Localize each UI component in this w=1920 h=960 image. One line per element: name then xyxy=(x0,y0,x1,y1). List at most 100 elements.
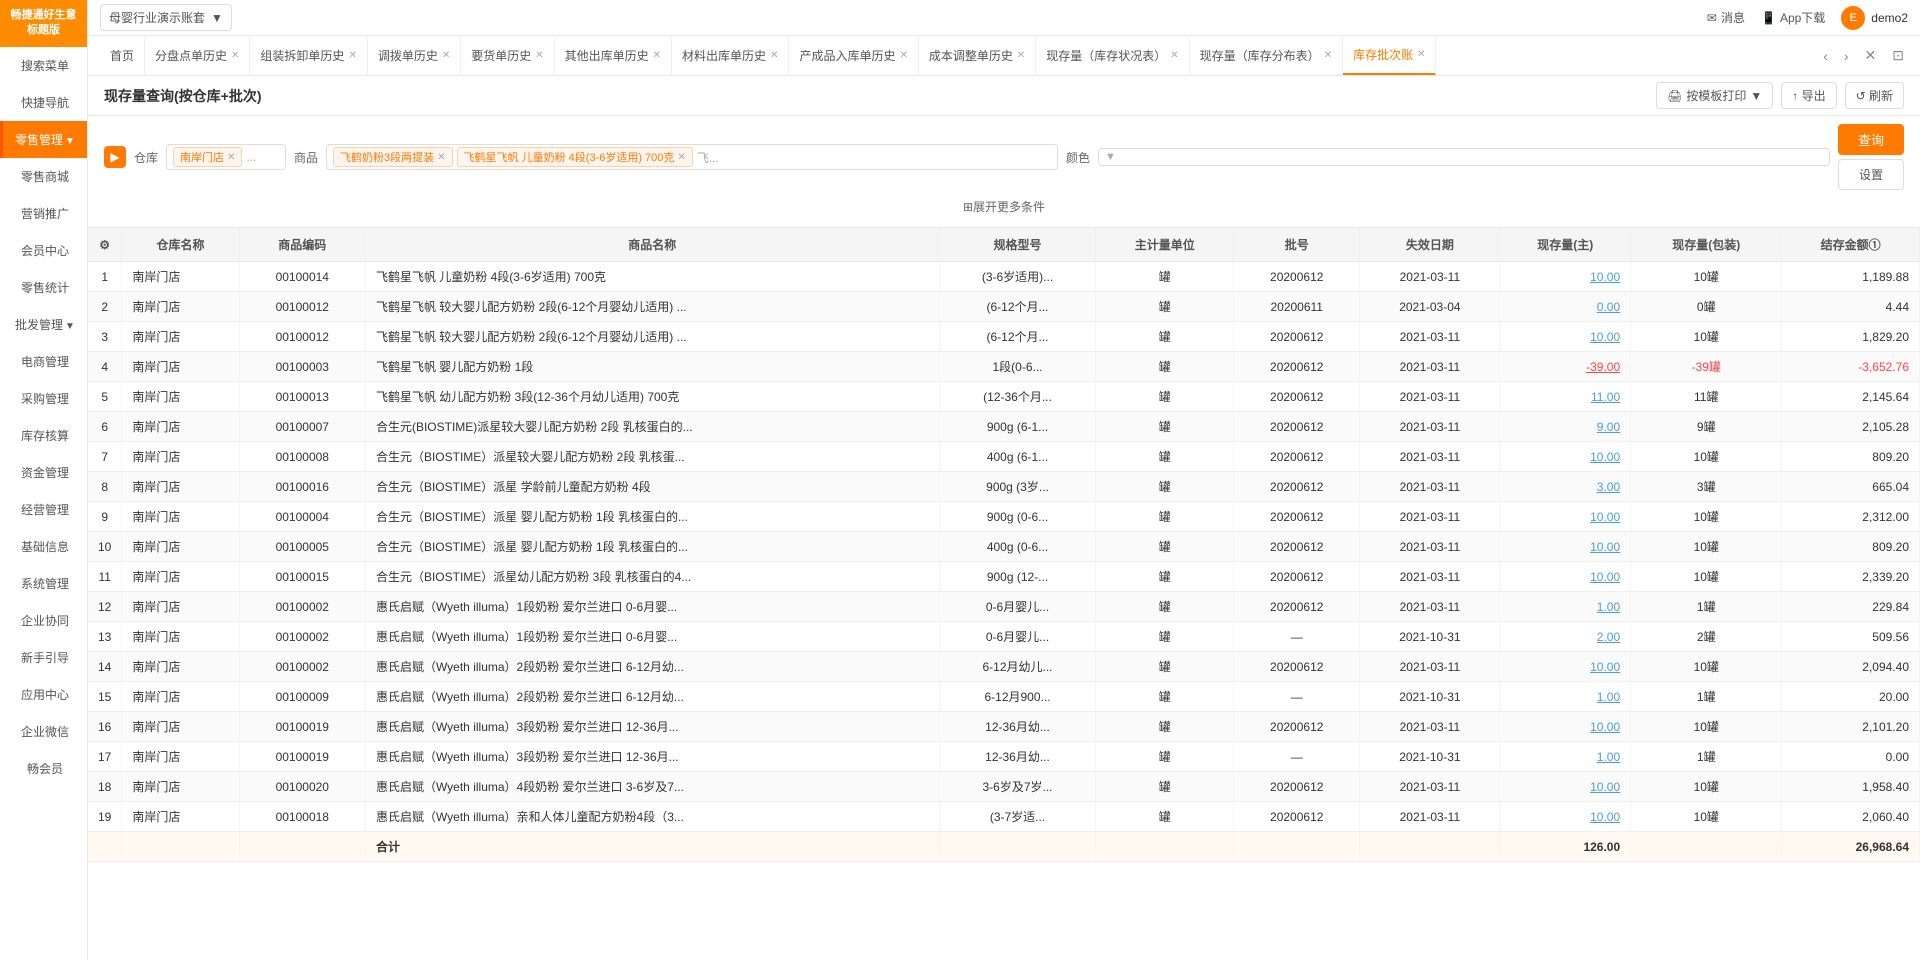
tab-close-5[interactable]: ✕ xyxy=(653,50,661,61)
cell-14-8[interactable]: 1.00 xyxy=(1500,682,1631,712)
refresh-icon: ↺ xyxy=(1856,89,1866,103)
cell-0-8[interactable]: 10.00 xyxy=(1500,262,1631,292)
color-filter-input[interactable]: ▼ xyxy=(1098,148,1830,166)
cell-2-8[interactable]: 10.00 xyxy=(1500,322,1631,352)
settings-button[interactable]: 设置 xyxy=(1838,159,1904,190)
sidebar-item-畅会员[interactable]: 畅会员 xyxy=(0,750,87,787)
sidebar-item-会员中心[interactable]: 会员中心 xyxy=(0,232,87,269)
cell-10-8[interactable]: 10.00 xyxy=(1500,562,1631,592)
tab-5[interactable]: 其他出库单历史✕ xyxy=(555,36,672,75)
sidebar-item-零售统计[interactable]: 零售统计 xyxy=(0,269,87,306)
cell-8-10: 2,312.00 xyxy=(1782,502,1920,532)
sidebar-item-零售商城[interactable]: 零售商城 xyxy=(0,158,87,195)
cell-7-8[interactable]: 3.00 xyxy=(1500,472,1631,502)
cell-0-9: 10罐 xyxy=(1631,262,1782,292)
cell-1-8[interactable]: 0.00 xyxy=(1500,292,1631,322)
app-download-button[interactable]: 📱 App下载 xyxy=(1761,9,1825,26)
cell-17-8[interactable]: 10.00 xyxy=(1500,772,1631,802)
filter-expand-button[interactable]: ▶ xyxy=(104,146,126,168)
refresh-button[interactable]: ↺ 刷新 xyxy=(1845,82,1904,109)
sidebar-item-零售管理[interactable]: 零售管理 ▼ xyxy=(0,121,87,158)
cell-7-9: 3罐 xyxy=(1631,472,1782,502)
user-name[interactable]: demo2 xyxy=(1871,11,1908,25)
tab-9[interactable]: 现存量（库存状况表）✕ xyxy=(1036,36,1189,75)
tab-11[interactable]: 库存批次账✕ xyxy=(1343,36,1436,75)
tab-4[interactable]: 要货单历史✕ xyxy=(461,36,554,75)
tab-close-7[interactable]: ✕ xyxy=(899,50,907,61)
sidebar-item-资金管理[interactable]: 资金管理 xyxy=(0,454,87,491)
sidebar-item-快捷导航[interactable]: 快捷导航 xyxy=(0,84,87,121)
cell-5-0: 6 xyxy=(88,412,122,442)
cell-12-8[interactable]: 2.00 xyxy=(1500,622,1631,652)
cell-18-8[interactable]: 10.00 xyxy=(1500,802,1631,832)
cell-1-3: 飞鹤星飞帆 较大婴儿配方奶粉 2段(6-12个月婴幼儿适用) ... xyxy=(365,292,939,322)
tab-3[interactable]: 调拨单历史✕ xyxy=(368,36,461,75)
cell-12-0: 13 xyxy=(88,622,122,652)
sidebar-item-采购管理[interactable]: 采购管理 xyxy=(0,380,87,417)
cell-6-8[interactable]: 10.00 xyxy=(1500,442,1631,472)
tab-close-11[interactable]: ✕ xyxy=(1417,49,1425,60)
cell-13-8[interactable]: 10.00 xyxy=(1500,652,1631,682)
sidebar-item-新手引导[interactable]: 新手引导 xyxy=(0,639,87,676)
cell-3-8[interactable]: -39.00 xyxy=(1500,352,1631,382)
tab-1[interactable]: 分盘点单历史✕ xyxy=(145,36,250,75)
tab-close-arrow[interactable]: ✕ xyxy=(1861,45,1881,66)
sidebar-item-企业微信[interactable]: 企业微信 xyxy=(0,713,87,750)
sidebar-item-应用中心[interactable]: 应用中心 xyxy=(0,676,87,713)
sidebar-item-系统管理[interactable]: 系统管理 xyxy=(0,565,87,602)
cell-9-8[interactable]: 10.00 xyxy=(1500,532,1631,562)
tab-close-8[interactable]: ✕ xyxy=(1017,50,1025,61)
cell-5-4: 900g (6-1... xyxy=(939,412,1096,442)
tab-bar: 首页分盘点单历史✕组装拆卸单历史✕调拨单历史✕要货单历史✕其他出库单历史✕材料出… xyxy=(88,36,1920,76)
tab-close-3[interactable]: ✕ xyxy=(442,50,450,61)
tab-fullscreen-arrow[interactable]: ⊡ xyxy=(1888,45,1908,66)
tab-10[interactable]: 现存量（库存分布表）✕ xyxy=(1190,36,1343,75)
filter-row: ▶ 仓库 南岸门店 ✕ ... 商品 飞鹤奶粉3段两提装✕飞鹤星飞帆 儿童奶粉 … xyxy=(104,124,1904,190)
sidebar-item-营销推广[interactable]: 营销推广 xyxy=(0,195,87,232)
sidebar-item-经营管理[interactable]: 经营管理 xyxy=(0,491,87,528)
message-button[interactable]: ✉ 消息 xyxy=(1707,9,1745,26)
tab-close-10[interactable]: ✕ xyxy=(1324,50,1332,61)
tab-close-9[interactable]: ✕ xyxy=(1170,50,1178,61)
cell-3-0: 4 xyxy=(88,352,122,382)
sidebar-item-电商管理[interactable]: 电商管理 xyxy=(0,343,87,380)
query-button[interactable]: 查询 xyxy=(1838,124,1904,155)
tab-7[interactable]: 产成品入库单历史✕ xyxy=(789,36,918,75)
cell-4-8[interactable]: 11.00 xyxy=(1500,382,1631,412)
sidebar-item-批发管理[interactable]: 批发管理 ▼ xyxy=(0,306,87,343)
product-tags-more[interactable]: 飞... xyxy=(697,149,719,166)
warehouse-tag-remove[interactable]: ✕ xyxy=(227,152,235,163)
settings-icon[interactable]: ⚙ xyxy=(99,238,110,252)
sidebar-item-企业协同[interactable]: 企业协同 xyxy=(0,602,87,639)
account-selector[interactable]: 母婴行业演示账套 ▼ xyxy=(100,4,232,31)
warehouse-filter-input[interactable]: 南岸门店 ✕ ... xyxy=(166,144,286,170)
cell-5-8[interactable]: 9.00 xyxy=(1500,412,1631,442)
cell-8-8[interactable]: 10.00 xyxy=(1500,502,1631,532)
cell-14-3: 惠氏启赋（Wyeth illuma）2段奶粉 爱尔兰进口 6-12月幼... xyxy=(365,682,939,712)
cell-15-8[interactable]: 10.00 xyxy=(1500,712,1631,742)
expand-more-button[interactable]: ⊞ 展开更多条件 xyxy=(104,194,1904,219)
tab-next-arrow[interactable]: › xyxy=(1840,46,1853,66)
warehouse-more[interactable]: ... xyxy=(246,150,256,164)
tab-0[interactable]: 首页 xyxy=(100,36,145,75)
tab-close-4[interactable]: ✕ xyxy=(535,50,543,61)
tab-close-1[interactable]: ✕ xyxy=(231,50,239,61)
tab-8[interactable]: 成本调整单历史✕ xyxy=(919,36,1036,75)
sidebar-item-搜索菜单[interactable]: 搜索菜单 xyxy=(0,47,87,84)
table-row: 15南岸门店00100009惠氏启赋（Wyeth illuma）2段奶粉 爱尔兰… xyxy=(88,682,1920,712)
export-button[interactable]: ↑ 导出 xyxy=(1781,82,1836,109)
tab-close-6[interactable]: ✕ xyxy=(770,50,778,61)
product-tag-remove-1[interactable]: ✕ xyxy=(677,152,685,163)
template-print-button[interactable]: 🖨 按模板打印 ▼ xyxy=(1656,82,1773,109)
sidebar-item-基础信息[interactable]: 基础信息 xyxy=(0,528,87,565)
tab-prev-arrow[interactable]: ‹ xyxy=(1819,46,1832,66)
cell-16-8[interactable]: 1.00 xyxy=(1500,742,1631,772)
tab-2[interactable]: 组装拆卸单历史✕ xyxy=(250,36,367,75)
tab-close-2[interactable]: ✕ xyxy=(348,50,356,61)
product-tag-remove-0[interactable]: ✕ xyxy=(437,152,445,163)
sidebar-item-库存核算[interactable]: 库存核算 xyxy=(0,417,87,454)
product-filter-input[interactable]: 飞鹤奶粉3段两提装✕飞鹤星飞帆 儿童奶粉 4段(3-6岁适用) 700克✕飞..… xyxy=(326,144,1058,170)
cell-8-0: 9 xyxy=(88,502,122,532)
cell-11-8[interactable]: 1.00 xyxy=(1500,592,1631,622)
tab-6[interactable]: 材料出库单历史✕ xyxy=(672,36,789,75)
